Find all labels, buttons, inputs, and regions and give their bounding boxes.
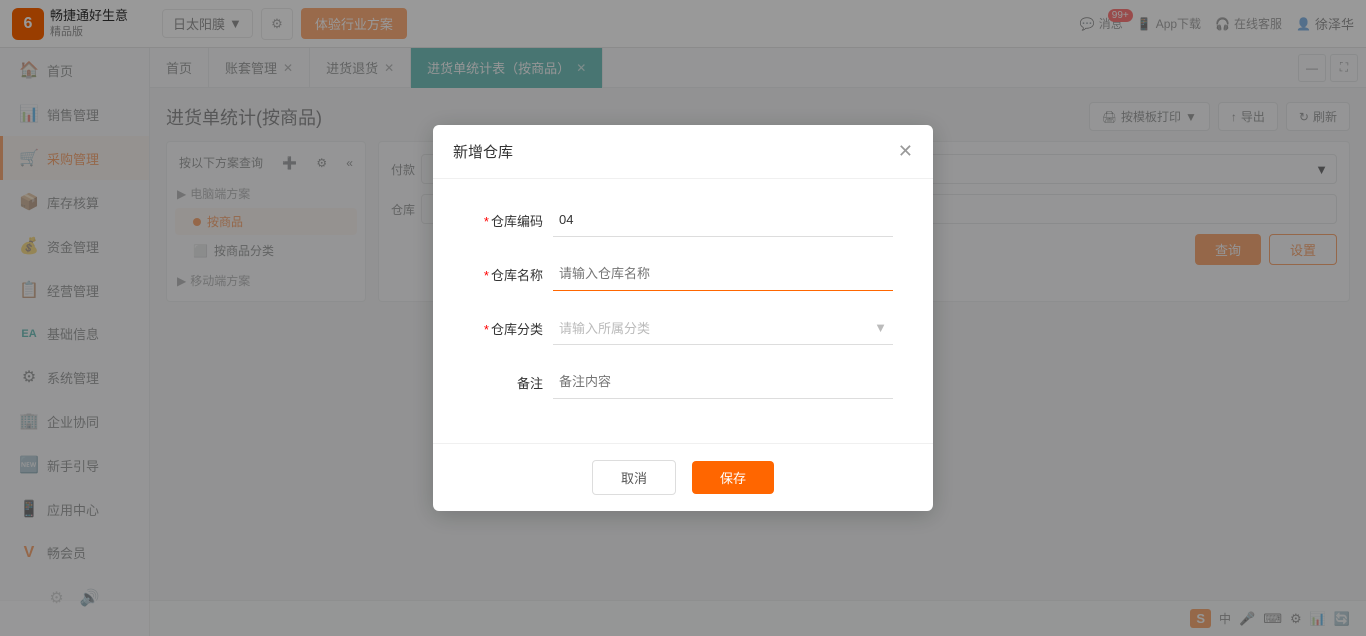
warehouse-code-input[interactable] [553,203,893,237]
save-button[interactable]: 保存 [692,461,774,494]
cancel-button[interactable]: 取消 [592,460,676,495]
warehouse-name-label: 仓库名称 [473,265,553,284]
warehouse-note-input[interactable] [553,365,893,399]
warehouse-category-row: 仓库分类 请输入所属分类 ▼ [473,311,893,345]
warehouse-name-row: 仓库名称 [473,257,893,291]
dialog-body: 仓库编码 仓库名称 仓库分类 请输入所属分类 ▼ 备注 [433,179,933,443]
warehouse-note-label: 备注 [473,373,553,392]
warehouse-code-row: 仓库编码 [473,203,893,237]
dialog-close-button[interactable]: ✕ [898,141,913,162]
warehouse-category-label: 仓库分类 [473,319,553,338]
dialog-title: 新增仓库 [453,141,513,162]
warehouse-category-placeholder: 请输入所属分类 [559,318,650,337]
warehouse-code-label: 仓库编码 [473,211,553,230]
new-warehouse-dialog: 新增仓库 ✕ 仓库编码 仓库名称 仓库分类 请输入所属分类 ▼ [433,125,933,511]
dialog-overlay: 新增仓库 ✕ 仓库编码 仓库名称 仓库分类 请输入所属分类 ▼ [0,0,1366,636]
warehouse-note-row: 备注 [473,365,893,399]
warehouse-category-select[interactable]: 请输入所属分类 ▼ [553,311,893,345]
dialog-footer: 取消 保存 [433,443,933,511]
dialog-header: 新增仓库 ✕ [433,125,933,179]
category-dropdown-arrow-icon: ▼ [874,320,887,335]
warehouse-name-input[interactable] [553,257,893,291]
